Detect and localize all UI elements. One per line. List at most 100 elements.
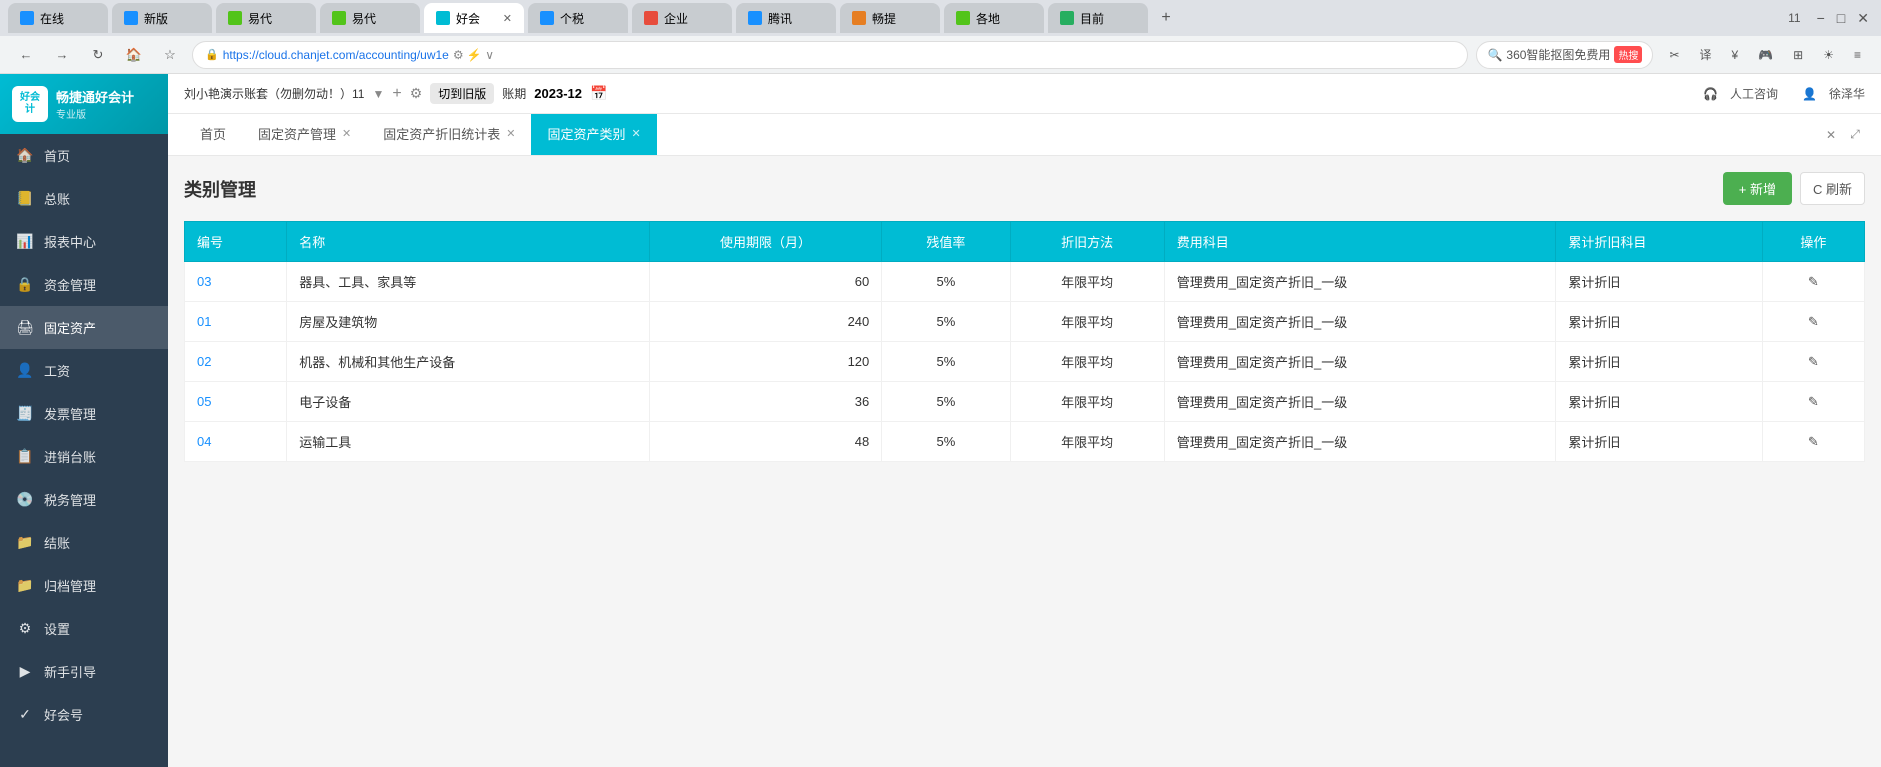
browser-tab-6[interactable]: 个税 [528,3,628,33]
app-container: 好会计 畅捷通好会计 专业版 🏠 首页 📒 总账 📊 报表中心 🔒 资金 [0,74,1881,767]
tab-close-btn[interactable]: ✕ [1821,125,1841,145]
tab-expand-btn[interactable]: ⤢ [1845,125,1865,145]
table-header-row: 编号 名称 使用期限（月） 残值率 折旧方法 费用科目 累计折旧科目 操作 [185,222,1865,262]
menu-btn[interactable]: ≡ [1846,41,1869,69]
url-dropdown[interactable]: ⚙ ⚡ ∨ [453,48,494,62]
brightness-btn[interactable]: ☀ [1815,41,1842,69]
sidebar-item-guide[interactable]: ▶ 新手引导 [0,650,168,693]
browser-tab-2[interactable]: 新版 [112,3,212,33]
dropdown-arrow[interactable]: ▼ [372,87,384,101]
content-tab-depreciation-table-label: 固定资产折旧统计表 [383,124,500,143]
add-account-button[interactable]: + [392,85,401,103]
add-tab-button[interactable]: + [1152,4,1180,32]
edit-icon[interactable]: ✎ [1808,354,1819,369]
sidebar-item-archive[interactable]: 📁 归档管理 [0,564,168,607]
edit-icon[interactable]: ✎ [1808,314,1819,329]
tab-label-4: 易代 [352,10,376,27]
minimize-button[interactable]: − [1813,10,1829,26]
code-link[interactable]: 04 [197,434,211,449]
sidebar-label-funds: 资金管理 [44,275,96,294]
content-tab-asset-management[interactable]: 固定资产管理 ✕ [242,114,367,155]
translate-btn[interactable]: 译 [1692,41,1720,69]
edit-icon[interactable]: ✎ [1808,274,1819,289]
code-link[interactable]: 01 [197,314,211,329]
wallet-btn[interactable]: ¥ [1724,41,1747,69]
cell-code: 03 [185,262,287,302]
forward-button[interactable]: → [48,41,76,69]
calendar-icon[interactable]: 📅 [590,85,607,102]
content-tab-asset-management-label: 固定资产管理 [258,124,336,143]
sidebar-item-purchase-sale[interactable]: 📋 进销台账 [0,435,168,478]
cell-accumulated: 累计折旧 [1556,302,1762,342]
code-link[interactable]: 02 [197,354,211,369]
cut-btn[interactable]: ✂ [1661,41,1687,69]
tab-favicon-4 [332,11,346,25]
content-tab-depreciation-close[interactable]: ✕ [506,127,515,140]
browser-tab-1[interactable]: 在线 [8,3,108,33]
back-button[interactable]: ← [12,41,40,69]
url-bar[interactable]: 🔒 https://cloud.chanjet.com/accounting/u… [192,41,1468,69]
code-link[interactable]: 03 [197,274,211,289]
content-tab-category-close[interactable]: ✕ [632,127,641,140]
grid-btn[interactable]: ⊞ [1785,41,1811,69]
switch-version-button[interactable]: 切到旧版 [430,83,494,104]
browser-tab-9[interactable]: 畅提 [840,3,940,33]
home-button[interactable]: 🏠 [120,41,148,69]
browser-tab-7[interactable]: 企业 [632,3,732,33]
tab-label-1: 在线 [40,10,64,27]
sidebar-item-funds[interactable]: 🔒 资金管理 [0,263,168,306]
sidebar-item-reports[interactable]: 📊 报表中心 [0,220,168,263]
tab-label-8: 腾讯 [768,10,792,27]
maximize-button[interactable]: □ [1833,10,1849,26]
consult-icon[interactable]: 🎧 [1703,87,1718,101]
sidebar-item-checkout[interactable]: 📁 结账 [0,521,168,564]
cell-residual: 5% [882,262,1010,302]
search-bar[interactable]: 🔍 360智能抠图免费用 热搜 [1476,41,1653,69]
close-window-button[interactable]: ✕ [1853,10,1873,27]
content-tab-asset-category[interactable]: 固定资产类别 ✕ [531,114,656,155]
bookmark-button[interactable]: ☆ [156,41,184,69]
game-btn[interactable]: 🎮 [1750,41,1781,69]
browser-tab-5[interactable]: 好会 ✕ [424,3,524,33]
user-avatar-icon[interactable]: 👤 [1802,87,1817,101]
cell-period: 36 [649,382,881,422]
table-row: 01 房屋及建筑物 240 5% 年限平均 管理费用_固定资产折旧_一级 累计折… [185,302,1865,342]
sidebar-item-invoice[interactable]: 🧾 发票管理 [0,392,168,435]
cell-code: 05 [185,382,287,422]
th-action: 操作 [1762,222,1864,262]
cell-name: 运输工具 [287,422,650,462]
sidebar-logo-text: 好会计 [20,92,40,116]
browser-tab-10[interactable]: 各地 [944,3,1044,33]
secure-icon: 🔒 [205,48,219,61]
edit-icon[interactable]: ✎ [1808,434,1819,449]
edit-icon[interactable]: ✎ [1808,394,1819,409]
sidebar-item-fixed-assets[interactable]: 🖨 固定资产 [0,306,168,349]
tab-label-11: 目前 [1080,10,1104,27]
cell-method: 年限平均 [1010,302,1164,342]
sidebar-item-ledger[interactable]: 📒 总账 [0,177,168,220]
content-tab-home[interactable]: 首页 [184,114,242,155]
add-category-button[interactable]: + 新增 [1723,172,1792,205]
tab-close-5[interactable]: ✕ [503,12,512,25]
content-tab-asset-management-close[interactable]: ✕ [342,127,351,140]
refresh-button[interactable]: C 刷新 [1800,172,1865,205]
sidebar-item-help[interactable]: ✓ 好会号 [0,693,168,736]
sidebar-label-help: 好会号 [44,705,83,724]
tab-label-9: 畅提 [872,10,896,27]
sidebar-item-settings[interactable]: ⚙ 设置 [0,607,168,650]
settings-gear-button[interactable]: ⚙ [410,85,423,102]
sidebar-item-payroll[interactable]: 👤 工资 [0,349,168,392]
sidebar-label-invoice: 发票管理 [44,404,96,423]
sidebar-item-home[interactable]: 🏠 首页 [0,134,168,177]
content-tab-depreciation-table[interactable]: 固定资产折旧统计表 ✕ [367,114,531,155]
table-row: 02 机器、机械和其他生产设备 120 5% 年限平均 管理费用_固定资产折旧_… [185,342,1865,382]
tab-favicon-5 [436,11,450,25]
browser-tab-4[interactable]: 易代 [320,3,420,33]
browser-tab-3[interactable]: 易代 [216,3,316,33]
sidebar-item-tax[interactable]: 💿 税务管理 [0,478,168,521]
browser-tab-11[interactable]: 目前 [1048,3,1148,33]
browser-tab-8[interactable]: 腾讯 [736,3,836,33]
code-link[interactable]: 05 [197,394,211,409]
app-user-info: 刘小艳演示账套（勿删勿动！）11 [184,85,364,102]
reload-button[interactable]: ↻ [84,41,112,69]
